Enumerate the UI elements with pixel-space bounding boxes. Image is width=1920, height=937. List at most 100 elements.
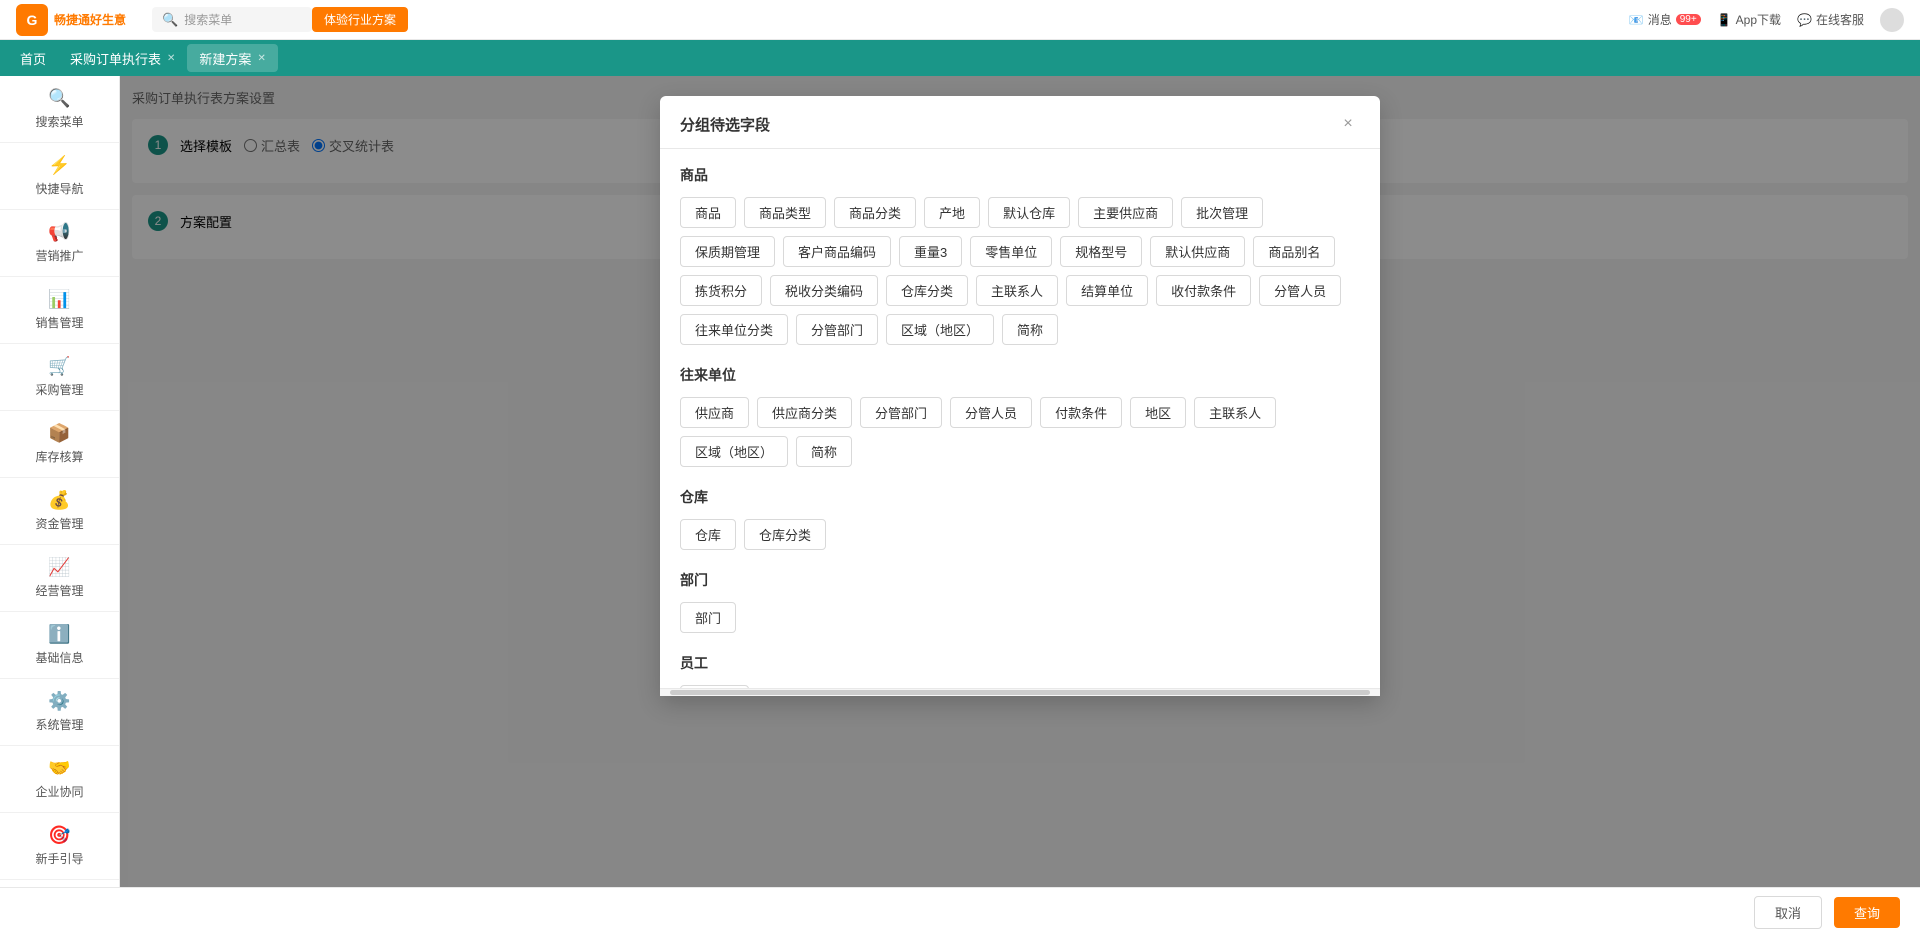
tab-new-plan[interactable]: 新建方案 ✕ [187,44,277,72]
tag-goods-22[interactable]: 分管部门 [796,314,878,345]
msg-item[interactable]: 📧 消息 99+ [1629,11,1701,28]
tag-goods-21[interactable]: 往来单位分类 [680,314,788,345]
system-icon: ⚙️ [48,691,70,712]
warehouse-tags: 仓库 仓库分类 [680,519,1360,550]
tag-partner-3[interactable]: 分管人员 [950,397,1032,428]
sales-icon: 📊 [48,289,70,310]
tag-partner-8[interactable]: 简称 [796,436,852,467]
tag-goods-10[interactable]: 零售单位 [970,236,1052,267]
tag-goods-11[interactable]: 规格型号 [1060,236,1142,267]
cancel-button[interactable]: 取消 [1754,896,1822,929]
modal-hscroll [660,688,1380,696]
section-department: 部门 部门 [680,570,1360,633]
modal-close-button[interactable]: × [1336,112,1360,136]
sidebar-item-sales-label: 销售管理 [35,314,83,331]
search-placeholder-text: 搜索菜单 [184,11,232,28]
tag-goods-3[interactable]: 产地 [924,197,980,228]
section-employee: 员工 业务员 [680,653,1360,688]
finance-icon: 💰 [48,490,70,511]
sidebar-item-collab[interactable]: 🤝 企业协同 [0,746,119,813]
sidebar-item-quick[interactable]: ⚡ 快捷导航 [0,143,119,210]
section-goods: 商品 商品 商品类型 商品分类 产地 默认仓库 主要供应商 批次管理 保质期管理… [680,165,1360,345]
modal-overlay: 分组待选字段 × 商品 商品 商品类型 商品分类 产地 默认仓库 主要供应商 批… [120,76,1920,937]
tag-goods-14[interactable]: 拣货积分 [680,275,762,306]
user-item[interactable] [1880,8,1904,32]
sidebar: 🔍 搜索菜单 ⚡ 快捷导航 📢 营销推广 📊 销售管理 🛒 采购管理 📦 库存核… [0,76,120,937]
tag-goods-6[interactable]: 批次管理 [1181,197,1263,228]
msg-icon: 📧 [1629,13,1644,27]
logo-icon: G [16,4,48,36]
tab-purchase-exec-label: 采购订单执行表 [70,49,161,68]
tab-purchase-close-icon[interactable]: ✕ [167,53,175,64]
tag-partner-7[interactable]: 区域（地区） [680,436,788,467]
sidebar-item-finance[interactable]: 💰 资金管理 [0,478,119,545]
tag-goods-13[interactable]: 商品别名 [1253,236,1335,267]
tag-goods-5[interactable]: 主要供应商 [1078,197,1173,228]
sidebar-item-purchase-label: 采购管理 [35,381,83,398]
tag-department-0[interactable]: 部门 [680,602,736,633]
tab-purchase-exec[interactable]: 采购订单执行表 ✕ [58,44,187,72]
sidebar-item-basic-info[interactable]: ℹ️ 基础信息 [0,612,119,679]
tag-goods-18[interactable]: 结算单位 [1066,275,1148,306]
tag-goods-7[interactable]: 保质期管理 [680,236,775,267]
sidebar-item-sales[interactable]: 📊 销售管理 [0,277,119,344]
tag-partner-4[interactable]: 付款条件 [1040,397,1122,428]
tag-partner-0[interactable]: 供应商 [680,397,749,428]
sidebar-item-guide[interactable]: 🎯 新手引导 [0,813,119,880]
tag-goods-16[interactable]: 仓库分类 [886,275,968,306]
tag-partner-2[interactable]: 分管部门 [860,397,942,428]
tab-bar: 首页 采购订单执行表 ✕ 新建方案 ✕ [0,40,1920,76]
top-right-actions: 📧 消息 99+ 📱 App下载 💬 在线客服 [1629,8,1904,32]
tag-warehouse-1[interactable]: 仓库分类 [744,519,826,550]
sidebar-item-basic-info-label: 基础信息 [35,649,83,666]
tag-goods-23[interactable]: 区域（地区） [886,314,994,345]
sidebar-item-finance-label: 资金管理 [35,515,83,532]
confirm-button[interactable]: 查询 [1834,897,1900,928]
sidebar-item-quick-label: 快捷导航 [35,180,83,197]
tag-partner-1[interactable]: 供应商分类 [757,397,852,428]
department-tags: 部门 [680,602,1360,633]
tag-goods-17[interactable]: 主联系人 [976,275,1058,306]
sidebar-item-purchase[interactable]: 🛒 采购管理 [0,344,119,411]
tag-goods-8[interactable]: 客户商品编码 [783,236,891,267]
tab-home[interactable]: 首页 [8,44,58,72]
tag-goods-4[interactable]: 默认仓库 [988,197,1070,228]
section-employee-title: 员工 [680,653,1360,673]
modal-header: 分组待选字段 × [660,96,1380,149]
sidebar-item-marketing[interactable]: 📢 营销推广 [0,210,119,277]
online-service-item[interactable]: 💬 在线客服 [1797,11,1864,28]
search-box[interactable]: 🔍 搜索菜单 [152,7,312,32]
inventory-icon: 📦 [48,423,70,444]
tag-partner-6[interactable]: 主联系人 [1194,397,1276,428]
section-department-title: 部门 [680,570,1360,590]
partner-tags: 供应商 供应商分类 分管部门 分管人员 付款条件 地区 主联系人 区域（地区） … [680,397,1360,467]
tag-goods-15[interactable]: 税收分类编码 [770,275,878,306]
sidebar-item-management[interactable]: 📈 经营管理 [0,545,119,612]
tag-goods-1[interactable]: 商品类型 [744,197,826,228]
marketing-icon: 📢 [48,222,70,243]
tag-goods-9[interactable]: 重量3 [899,236,962,267]
search-icon: 🔍 [162,12,178,28]
tag-goods-20[interactable]: 分管人员 [1259,275,1341,306]
tab-new-plan-close-icon[interactable]: ✕ [257,53,265,64]
trial-button[interactable]: 体验行业方案 [312,7,408,32]
mgmt-icon: 📈 [48,557,70,578]
sidebar-item-inventory[interactable]: 📦 库存核算 [0,411,119,478]
sidebar-item-marketing-label: 营销推广 [35,247,83,264]
tag-partner-5[interactable]: 地区 [1130,397,1186,428]
tag-warehouse-0[interactable]: 仓库 [680,519,736,550]
tag-goods-2[interactable]: 商品分类 [834,197,916,228]
modal-footer: 取消 查询 [0,887,1920,937]
section-goods-title: 商品 [680,165,1360,185]
tag-goods-0[interactable]: 商品 [680,197,736,228]
sidebar-item-system[interactable]: ⚙️ 系统管理 [0,679,119,746]
tag-goods-19[interactable]: 收付款条件 [1156,275,1251,306]
section-warehouse-title: 仓库 [680,487,1360,507]
tag-goods-12[interactable]: 默认供应商 [1150,236,1245,267]
tag-goods-24[interactable]: 简称 [1002,314,1058,345]
modal-dialog: 分组待选字段 × 商品 商品 商品类型 商品分类 产地 默认仓库 主要供应商 批… [660,96,1380,696]
collab-icon: 🤝 [48,758,70,779]
logo-text: 畅捷通好生意 [54,11,126,28]
sidebar-item-search[interactable]: 🔍 搜索菜单 [0,76,119,143]
app-download-item[interactable]: 📱 App下载 [1717,11,1781,28]
